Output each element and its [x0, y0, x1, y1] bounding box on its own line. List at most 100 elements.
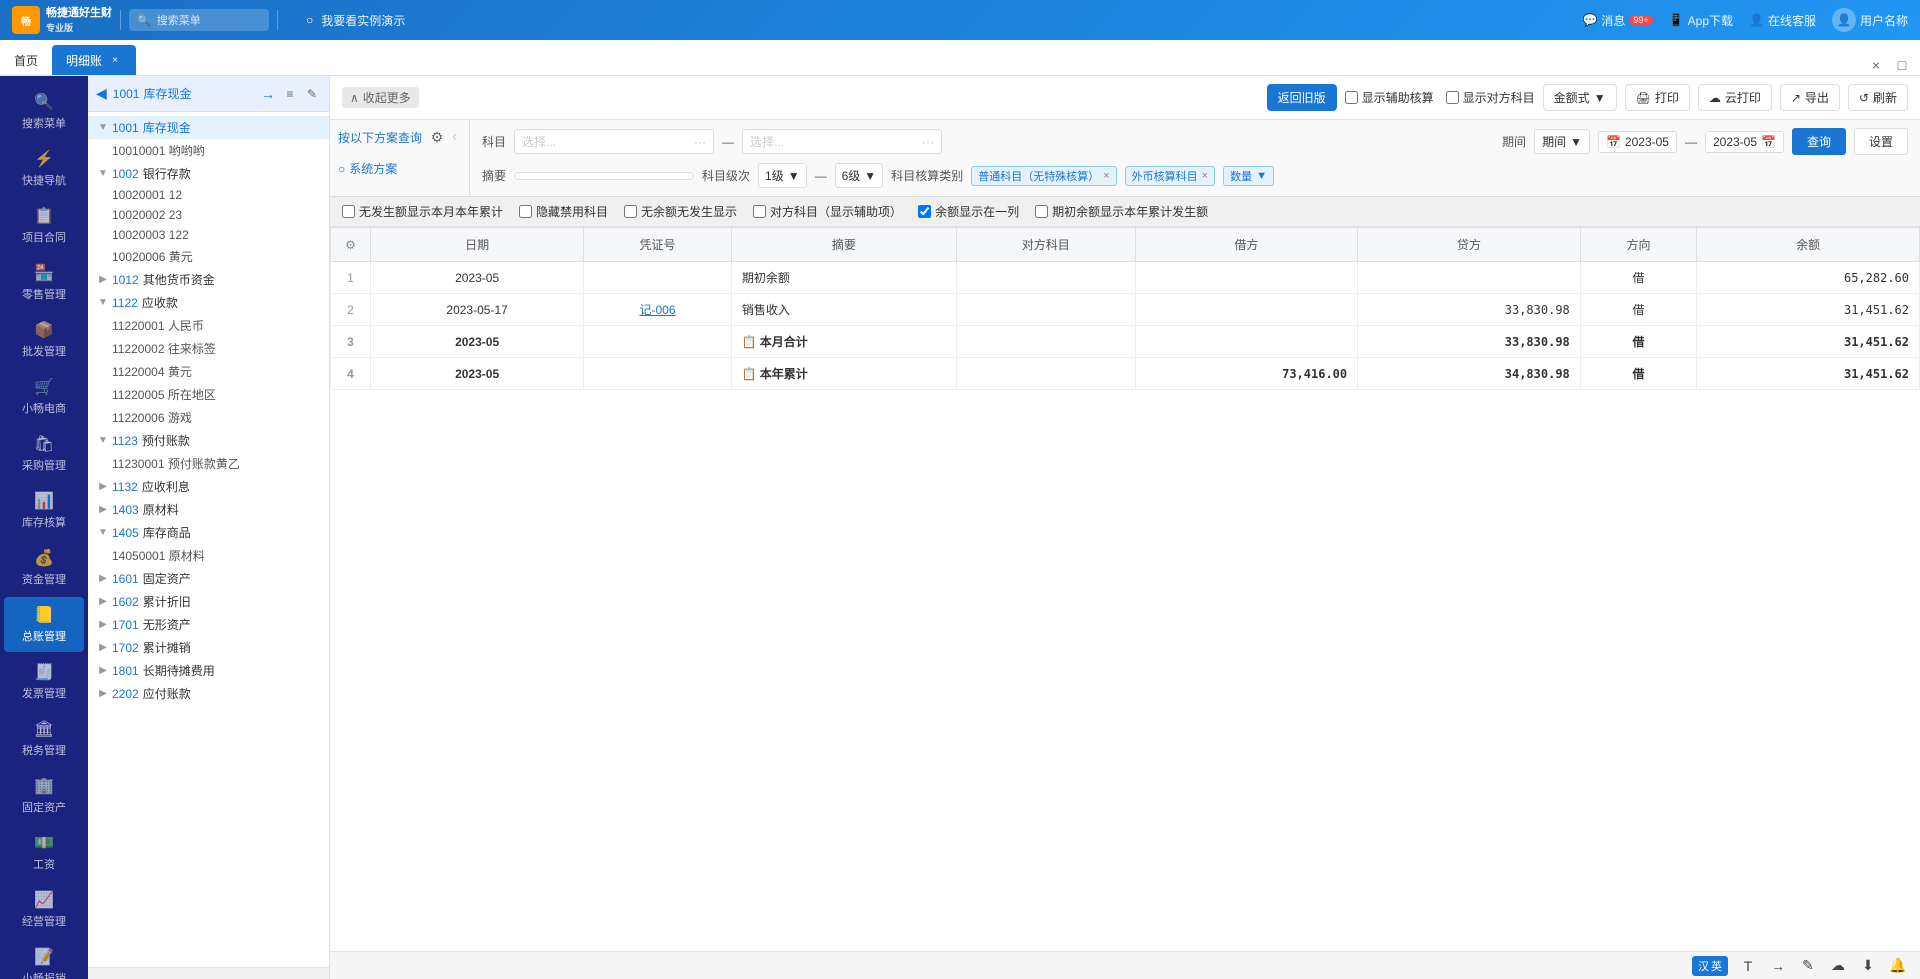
print-btn[interactable]: 🖨 打印: [1625, 84, 1690, 111]
bottom-cloud-btn[interactable]: ☁: [1828, 956, 1848, 976]
filter-chip-quantity[interactable]: 数量 ▼: [1223, 166, 1274, 186]
tree-item-10020006[interactable]: 10020006 黄元: [88, 245, 329, 268]
chip-close-foreign[interactable]: ×: [1202, 170, 1208, 182]
tree-item-11220004[interactable]: 11220004 黄元: [88, 360, 329, 383]
tree-item-1702[interactable]: ▶ 1702 累计摊销: [88, 636, 329, 659]
query-settings-btn-2[interactable]: 设置: [1854, 128, 1908, 155]
chip-close-normal[interactable]: ×: [1103, 170, 1109, 182]
tree-item-1701[interactable]: ▶ 1701 无形资产: [88, 613, 329, 636]
menu-search[interactable]: 🔍 搜索菜单: [129, 9, 269, 31]
sidebar-item-tax[interactable]: 🏛 税务管理: [4, 711, 84, 766]
filter-no-zero[interactable]: 无余额无发生显示: [624, 203, 737, 220]
tree-item-1405[interactable]: ▼ 1405 库存商品: [88, 521, 329, 544]
sidebar-item-inventory[interactable]: 📊 库存核算: [4, 483, 84, 538]
app-download-button[interactable]: 📱 App下载: [1669, 12, 1733, 29]
summary-input[interactable]: [514, 172, 694, 180]
demo-button[interactable]: 我要看实例演示: [321, 12, 405, 29]
voucher-link-2[interactable]: 记-006: [640, 303, 676, 317]
sidebar-item-retail[interactable]: 🏪 零售管理: [4, 255, 84, 310]
sidebar-item-xiao-report[interactable]: 📝 小畅报销: [4, 939, 84, 979]
col-settings[interactable]: ⚙: [331, 228, 371, 262]
period-start-field[interactable]: 📅 2023-05: [1598, 131, 1677, 153]
bottom-download-btn[interactable]: ⬇: [1858, 956, 1878, 976]
tree-item-10020003[interactable]: 10020003 122: [88, 225, 329, 245]
query-settings-btn[interactable]: ⚙: [428, 128, 446, 146]
tree-item-11220002[interactable]: 11220002 往来标签: [88, 337, 329, 360]
tab-close-window-btn[interactable]: ×: [1866, 55, 1886, 75]
show-contra-checkbox[interactable]: 显示对方科目: [1446, 89, 1535, 106]
lang-switch-btn[interactable]: 汉 英: [1692, 956, 1728, 976]
subject-end-field[interactable]: 选择... ···: [742, 129, 942, 154]
user-profile-button[interactable]: 👤 用户名称: [1832, 8, 1908, 32]
level-end-select[interactable]: 6级 ▼: [835, 163, 884, 188]
sidebar-item-business[interactable]: 📈 经营管理: [4, 882, 84, 937]
tab-close-button[interactable]: ×: [108, 53, 122, 67]
period-end-field[interactable]: 2023-05 📅: [1705, 131, 1784, 153]
tree-item-1132[interactable]: ▶ 1132 应收利息: [88, 475, 329, 498]
table-settings-icon[interactable]: ⚙: [341, 238, 360, 252]
tree-item-10020002[interactable]: 10020002 23: [88, 205, 329, 225]
filter-show-contra[interactable]: 对方科目（显示辅助项）: [753, 203, 902, 220]
show-aux-checkbox[interactable]: 显示辅助核算: [1345, 89, 1434, 106]
query-close-btn[interactable]: ‹: [452, 128, 457, 146]
tree-item-10010001[interactable]: 10010001 哟哟哟: [88, 139, 329, 162]
subject-start-field[interactable]: 选择... ···: [514, 129, 714, 154]
message-button[interactable]: 💬 消息 99+: [1582, 12, 1652, 29]
tree-item-11220006[interactable]: 11220006 游戏: [88, 406, 329, 429]
sidebar-item-fund[interactable]: 💰 资金管理: [4, 540, 84, 595]
navigate-arrow[interactable]: →: [261, 86, 275, 102]
sidebar-item-quick-nav[interactable]: ⚡ 快捷导航: [4, 141, 84, 196]
amount-format-btn[interactable]: 金额式 ▼: [1543, 84, 1617, 111]
tree-item-1122[interactable]: ▼ 1122 应收款: [88, 291, 329, 314]
tree-item-1012[interactable]: ▶ 1012 其他货币资金: [88, 268, 329, 291]
period-type-dropdown[interactable]: 期间 ▼: [1534, 129, 1590, 154]
bottom-bell-btn[interactable]: 🔔: [1888, 956, 1908, 976]
tree-edit-btn[interactable]: ✎: [303, 85, 321, 103]
tree-item-1602[interactable]: ▶ 1602 累计折旧: [88, 590, 329, 613]
row-voucher-2[interactable]: 记-006: [584, 294, 732, 326]
sidebar-item-general-ledger[interactable]: 📒 总账管理: [4, 597, 84, 652]
tree-list-view-btn[interactable]: ≡: [281, 85, 299, 103]
tree-item-11230001[interactable]: 11230001 预付账款黄乙: [88, 452, 329, 475]
tree-item-1403[interactable]: ▶ 1403 原材料: [88, 498, 329, 521]
tree-item-11220005[interactable]: 11220005 所在地区: [88, 383, 329, 406]
tree-item-10020001[interactable]: 10020001 12: [88, 185, 329, 205]
cloud-print-btn[interactable]: ☁ 云打印: [1698, 84, 1772, 111]
data-table-container[interactable]: ⚙ 日期 凭证号 摘要 对方科目 借方 贷方 方向 余额 1: [330, 227, 1920, 951]
level-start-select[interactable]: 1级 ▼: [758, 163, 807, 188]
sidebar-item-invoice[interactable]: 🧾 发票管理: [4, 654, 84, 709]
tree-item-1601[interactable]: ▶ 1601 固定资产: [88, 567, 329, 590]
filter-show-ytd[interactable]: 期初余额显示本年累计发生额: [1035, 203, 1208, 220]
sidebar-item-ecommerce[interactable]: 🛒 小畅电商: [4, 369, 84, 424]
bottom-edit-btn[interactable]: ✎: [1798, 956, 1818, 976]
tab-ledger[interactable]: 明细账 ×: [52, 45, 136, 75]
collapse-more-btn[interactable]: ∧ 收起更多: [342, 87, 419, 108]
sidebar-item-purchase[interactable]: 🛍 采购管理: [4, 426, 84, 481]
tree-item-14050001[interactable]: 14050001 原材料: [88, 544, 329, 567]
system-scheme-btn[interactable]: ○ 系统方案: [338, 156, 461, 181]
tree-item-1123[interactable]: ▼ 1123 预付账款: [88, 429, 329, 452]
refresh-btn[interactable]: ↺ 刷新: [1848, 84, 1908, 111]
export-btn[interactable]: ↗ 导出: [1780, 84, 1840, 111]
sidebar-item-search-menu[interactable]: 🔍 搜索菜单: [4, 84, 84, 139]
query-execute-btn[interactable]: 查询: [1792, 128, 1846, 155]
online-service-button[interactable]: 👤 在线客服: [1749, 12, 1816, 29]
tree-item-1801[interactable]: ▶ 1801 长期待摊费用: [88, 659, 329, 682]
tree-item-11220001[interactable]: 11220001 人民币: [88, 314, 329, 337]
tree-item-1001[interactable]: ▼ 1001 库存现金: [88, 116, 329, 139]
filter-hide-disabled[interactable]: 隐藏禁用科目: [519, 203, 608, 220]
sidebar-item-payroll[interactable]: 💵 工资: [4, 825, 84, 880]
filter-chip-normal[interactable]: 普通科目（无特殊核算） ×: [971, 166, 1116, 186]
sidebar-item-wholesale[interactable]: 📦 批发管理: [4, 312, 84, 367]
tree-item-1002[interactable]: ▼ 1002 银行存款: [88, 162, 329, 185]
filter-no-occurrence[interactable]: 无发生额显示本月本年累计: [342, 203, 503, 220]
sidebar-item-project-contract[interactable]: 📋 项目合同: [4, 198, 84, 253]
tree-scroll-area[interactable]: [88, 967, 329, 979]
bottom-arrow-btn[interactable]: →: [1768, 956, 1788, 976]
return-old-version-btn[interactable]: 返回旧版: [1267, 84, 1337, 111]
filter-chip-foreign[interactable]: 外币核算科目 ×: [1125, 166, 1215, 186]
tab-expand-btn[interactable]: □: [1892, 55, 1912, 75]
sidebar-item-fixed-assets[interactable]: 🏢 固定资产: [4, 768, 84, 823]
tab-home[interactable]: 首页: [0, 45, 52, 75]
filter-balance-in-one[interactable]: 余额显示在一列: [918, 203, 1019, 220]
